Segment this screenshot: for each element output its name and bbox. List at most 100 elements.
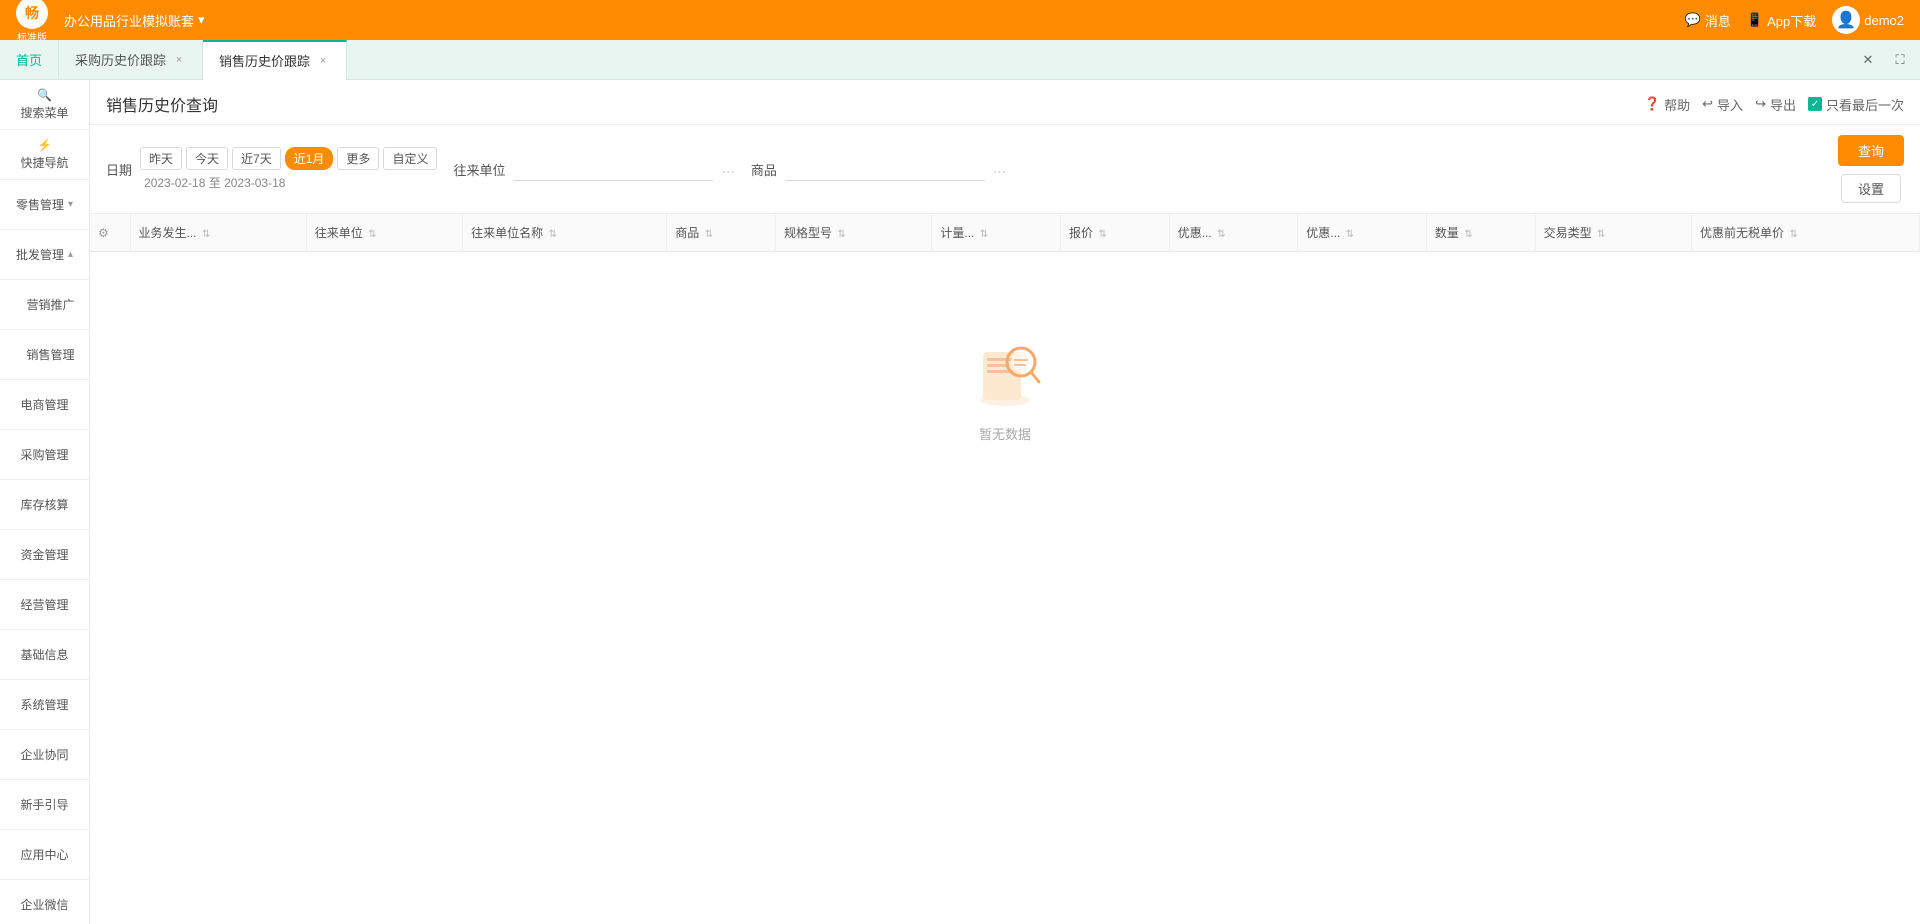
col-pretax-price-label: 优惠前无税单价: [1700, 226, 1784, 240]
avatar: 👤: [1832, 6, 1860, 34]
sidebar-item-ecommerce-label: 电商管理: [20, 396, 68, 413]
sidebar-item-newguide-label: 新手引导: [20, 796, 68, 813]
sidebar-item-operations[interactable]: 经营管理: [0, 580, 89, 630]
col-pretax-price[interactable]: 优惠前无税单价 ⇅: [1692, 214, 1920, 252]
col-quoted-price-label: 报价: [1069, 226, 1093, 240]
sidebar-item-ecommerce[interactable]: 电商管理: [0, 380, 89, 430]
message-label: 消息: [1705, 11, 1731, 30]
table-container: ⚙ 业务发生... ⇅ 往来单位 ⇅ 往来单位名称 ⇅: [90, 214, 1920, 924]
sidebar-item-inventory[interactable]: 库存核算: [0, 480, 89, 530]
sidebar-item-system[interactable]: 系统管理: [0, 680, 89, 730]
product-filter-group: 商品 ...: [751, 157, 1006, 181]
col-spec-label: 规格型号: [784, 226, 832, 240]
partner-filter-group: 往来单位 ...: [453, 157, 734, 181]
sidebar-item-wechat-label: 企业微信: [20, 896, 68, 913]
sidebar-item-search-label: 搜索菜单: [20, 104, 68, 121]
col-biz-date[interactable]: 业务发生... ⇅: [130, 214, 306, 252]
col-product-label: 商品: [675, 226, 699, 240]
sort-icon-unit: ⇅: [980, 229, 988, 240]
sidebar-item-search[interactable]: 🔍 搜索菜单: [0, 80, 89, 130]
col-partner-code[interactable]: 往来单位 ⇅: [306, 214, 462, 252]
app-selector-label: 办公用品行业模拟账套: [64, 11, 194, 30]
help-icon: ❓: [1644, 96, 1660, 112]
col-discount1[interactable]: 优惠... ⇅: [1169, 214, 1298, 252]
date-btn-today[interactable]: 今天: [186, 147, 228, 170]
col-partner-name[interactable]: 往来单位名称 ⇅: [463, 214, 667, 252]
tab-sales-label: 销售历史价跟踪: [219, 51, 310, 70]
sort-icon-quoted-price: ⇅: [1098, 229, 1106, 240]
user-action[interactable]: 👤 demo2: [1832, 6, 1904, 34]
col-quoted-price[interactable]: 报价 ⇅: [1060, 214, 1169, 252]
col-product[interactable]: 商品 ⇅: [667, 214, 776, 252]
download-label: App下载: [1767, 11, 1816, 30]
date-btn-more[interactable]: 更多: [337, 147, 379, 170]
sidebar-item-wechat[interactable]: 企业微信: [0, 880, 89, 924]
sidebar-item-sales-label: 销售管理: [26, 346, 74, 363]
col-trade-type-label: 交易类型: [1544, 226, 1592, 240]
sidebar-item-retail[interactable]: 零售管理 ▾: [0, 180, 89, 230]
sidebar-item-appcenter[interactable]: 应用中心: [0, 830, 89, 880]
product-filter-input[interactable]: [785, 157, 985, 181]
empty-text: 暂无数据: [979, 424, 1031, 443]
col-settings[interactable]: ⚙: [90, 214, 130, 252]
partner-filter-dots[interactable]: ...: [721, 160, 734, 178]
filter-area: 日期 昨天 今天 近7天 近1月 更多 自定义 2023-02-18 至 202…: [90, 125, 1920, 214]
top-bar-right: 💬 消息 📱 App下载 👤 demo2: [1685, 6, 1904, 34]
logo-symbol: 畅: [25, 3, 39, 23]
sidebar-item-purchase[interactable]: 采购管理: [0, 430, 89, 480]
page-header-actions: ❓ 帮助 ↩ 导入 ↪ 导出 只看最后一次: [1644, 95, 1904, 114]
import-label: 导入: [1717, 95, 1743, 114]
import-action[interactable]: ↩ 导入: [1702, 95, 1743, 114]
settings-button[interactable]: 设置: [1841, 174, 1901, 203]
date-btn-custom[interactable]: 自定义: [383, 147, 437, 170]
date-btn-7days[interactable]: 近7天: [232, 147, 281, 170]
app-selector[interactable]: 办公用品行业模拟账套 ▾: [56, 7, 213, 34]
sort-icon-quantity: ⇅: [1464, 229, 1472, 240]
sidebar-item-finance[interactable]: 资金管理: [0, 530, 89, 580]
sidebar-item-enterprise-label: 企业协同: [20, 746, 68, 763]
tab-sales[interactable]: 销售历史价跟踪 ×: [203, 40, 347, 80]
col-discount2[interactable]: 优惠... ⇅: [1298, 214, 1427, 252]
sidebar-item-retail-label: 零售管理: [16, 196, 64, 213]
sidebar-item-quicknav-label: 快捷导航: [20, 154, 68, 171]
gear-icon[interactable]: ⚙: [98, 226, 109, 240]
only-last-checkbox[interactable]: 只看最后一次: [1808, 95, 1904, 114]
tab-maximize-button[interactable]: ⛶: [1888, 48, 1912, 72]
export-action[interactable]: ↪ 导出: [1755, 95, 1796, 114]
tab-bar: 首页 采购历史价跟踪 × 销售历史价跟踪 × ✕ ⛶: [0, 40, 1920, 80]
product-filter-dots[interactable]: ...: [993, 160, 1006, 178]
message-action[interactable]: 💬 消息: [1685, 11, 1731, 30]
col-partner-name-label: 往来单位名称: [471, 226, 543, 240]
sidebar: 🔍 搜索菜单 ⚡ 快捷导航 零售管理 ▾ 批发管理 ▴ 营销推广 销售管理 电商…: [0, 80, 90, 924]
col-spec[interactable]: 规格型号 ⇅: [775, 214, 931, 252]
tab-purchase[interactable]: 采购历史价跟踪 ×: [59, 40, 203, 80]
tab-sales-close-icon[interactable]: ×: [316, 54, 330, 68]
help-action[interactable]: ❓ 帮助: [1644, 95, 1690, 114]
col-trade-type[interactable]: 交易类型 ⇅: [1535, 214, 1691, 252]
sidebar-item-sales-mgmt[interactable]: 销售管理: [0, 330, 89, 380]
sidebar-item-quicknav[interactable]: ⚡ 快捷导航: [0, 130, 89, 180]
download-action[interactable]: 📱 App下载: [1747, 11, 1816, 30]
sidebar-item-newguide[interactable]: 新手引导: [0, 780, 89, 830]
col-biz-date-label: 业务发生...: [139, 226, 197, 240]
sort-icon-discount1: ⇅: [1217, 229, 1225, 240]
query-button[interactable]: 查询: [1838, 135, 1904, 166]
sort-icon-trade-type: ⇅: [1597, 229, 1605, 240]
sidebar-item-operations-label: 经营管理: [20, 596, 68, 613]
date-btn-yesterday[interactable]: 昨天: [140, 147, 182, 170]
col-quantity[interactable]: 数量 ⇅: [1426, 214, 1535, 252]
sidebar-item-marketing[interactable]: 营销推广: [0, 280, 89, 330]
sidebar-item-basic[interactable]: 基础信息: [0, 630, 89, 680]
sidebar-item-enterprise[interactable]: 企业协同: [0, 730, 89, 780]
sidebar-item-marketing-label: 营销推广: [26, 296, 74, 313]
tab-close-button[interactable]: ✕: [1856, 48, 1880, 72]
export-label: 导出: [1770, 95, 1796, 114]
date-btn-1month[interactable]: 近1月: [285, 147, 334, 170]
tab-home[interactable]: 首页: [0, 40, 59, 80]
col-partner-code-label: 往来单位: [315, 226, 363, 240]
partner-filter-input[interactable]: [513, 157, 713, 181]
sidebar-item-wholesale[interactable]: 批发管理 ▴: [0, 230, 89, 280]
date-filter-label: 日期: [106, 160, 132, 179]
tab-purchase-close-icon[interactable]: ×: [172, 53, 186, 67]
col-unit[interactable]: 计量... ⇅: [932, 214, 1061, 252]
